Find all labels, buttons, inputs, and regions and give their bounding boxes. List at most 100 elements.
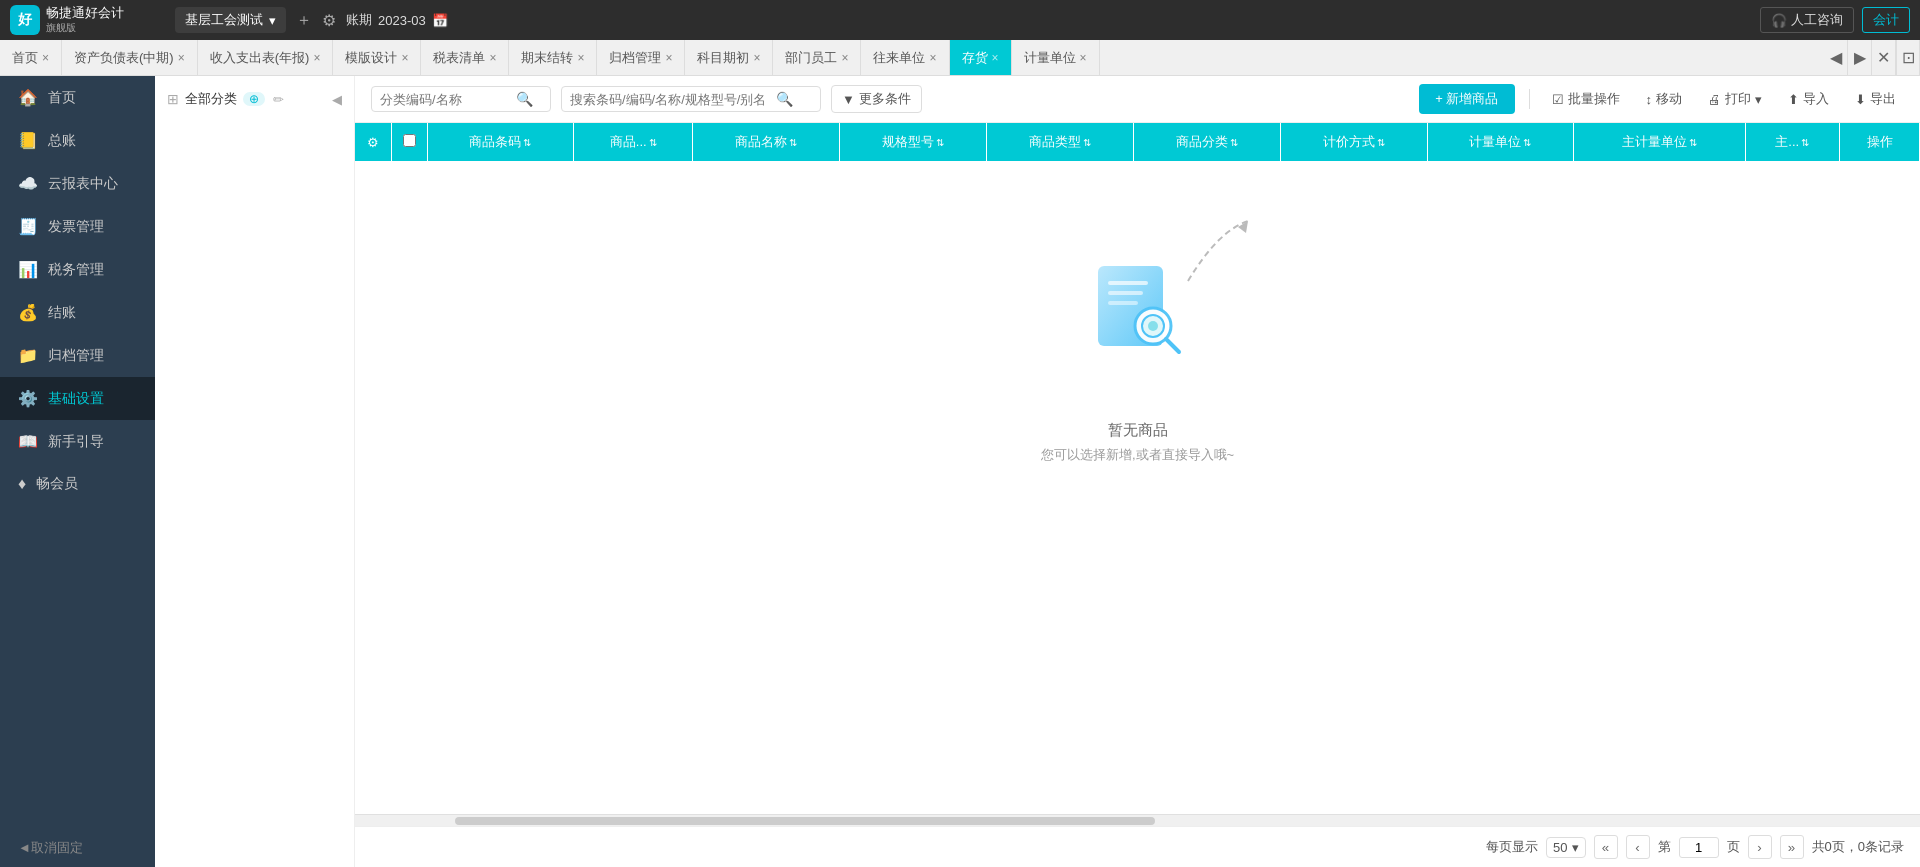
sort-icon: ⇅ xyxy=(649,137,657,148)
more-filter-btn[interactable]: ▼ 更多条件 xyxy=(831,85,922,113)
tab-close-btn[interactable]: × xyxy=(178,51,185,65)
batch-op-btn[interactable]: ☑ 批量操作 xyxy=(1544,86,1628,112)
add-icon[interactable]: ＋ xyxy=(296,10,312,31)
tab-close-btn[interactable]: × xyxy=(42,51,49,65)
sidebar-label-0: 首页 xyxy=(48,89,76,107)
horizontal-scrollbar[interactable] xyxy=(355,814,1920,826)
sidebar-item-7[interactable]: ⚙️ 基础设置 xyxy=(0,377,155,420)
page-next-btn[interactable]: › xyxy=(1748,835,1772,859)
tab-label: 首页 xyxy=(12,49,38,67)
unpin-label: ◄取消固定 xyxy=(18,839,83,857)
move-btn[interactable]: ↕ 移动 xyxy=(1638,86,1691,112)
tab-expand-btn[interactable]: ⊡ xyxy=(1896,40,1920,76)
col-header-11[interactable]: 主...⇅ xyxy=(1745,123,1840,161)
select-all-checkbox[interactable] xyxy=(403,134,416,147)
col-header-7[interactable]: 商品分类⇅ xyxy=(1133,123,1280,161)
col-header-10[interactable]: 主计量单位⇅ xyxy=(1574,123,1745,161)
tab-item-10[interactable]: 存货 × xyxy=(950,40,1012,76)
ai-consult-btn[interactable]: 🎧 人工咨询 xyxy=(1760,7,1854,33)
tab-item-8[interactable]: 部门员工× xyxy=(773,40,861,76)
tab-close-btn[interactable]: × xyxy=(841,51,848,65)
scroll-thumb[interactable] xyxy=(455,817,1155,825)
category-search-box[interactable]: 🔍 xyxy=(371,86,551,112)
page-last-btn[interactable]: » xyxy=(1780,835,1804,859)
tab-item-7[interactable]: 科目期初× xyxy=(685,40,773,76)
sidebar-icon-3: 🧾 xyxy=(18,217,38,236)
tab-item-11[interactable]: 计量单位× xyxy=(1012,40,1100,76)
tab-close-btn[interactable]: × xyxy=(577,51,584,65)
account-role-btn[interactable]: 会计 xyxy=(1862,7,1910,33)
sidebar-icon-1: 📒 xyxy=(18,131,38,150)
total-info: 共0页，0条记录 xyxy=(1812,838,1904,856)
col-header-6[interactable]: 商品类型⇅ xyxy=(986,123,1133,161)
tab-item-1[interactable]: 资产负债表(中期)× xyxy=(62,40,198,76)
workspace-selector[interactable]: 基层工会测试 ▾ xyxy=(175,7,286,33)
empty-desc: 您可以选择新增,或者直接导入哦~ xyxy=(1041,446,1234,464)
sidebar-item-5[interactable]: 💰 结账 xyxy=(0,291,155,334)
tab-item-6[interactable]: 归档管理× xyxy=(597,40,685,76)
import-btn[interactable]: ⬆ 导入 xyxy=(1780,86,1837,112)
calendar-icon[interactable]: 📅 xyxy=(432,13,448,28)
sidebar-item-1[interactable]: 📒 总账 xyxy=(0,119,155,162)
workspace-label: 基层工会测试 xyxy=(185,11,263,29)
sidebar-item-8[interactable]: 📖 新手引导 xyxy=(0,420,155,463)
tab-label: 存货 xyxy=(962,49,988,67)
col-header-3[interactable]: 商品...⇅ xyxy=(574,123,693,161)
tab-scroll-left-btn[interactable]: ◀ xyxy=(1824,40,1848,76)
category-search-icon[interactable]: 🔍 xyxy=(516,91,533,107)
tab-label: 模版设计 xyxy=(345,49,397,67)
tab-close-btn[interactable]: × xyxy=(753,51,760,65)
product-search-input[interactable] xyxy=(570,92,770,107)
product-search-icon[interactable]: 🔍 xyxy=(776,91,793,107)
page-number-input[interactable] xyxy=(1679,837,1719,858)
tab-item-2[interactable]: 收入支出表(年报)× xyxy=(198,40,334,76)
col-header-5[interactable]: 规格型号⇅ xyxy=(839,123,986,161)
tab-close-btn[interactable]: × xyxy=(489,51,496,65)
sidebar-item-3[interactable]: 🧾 发票管理 xyxy=(0,205,155,248)
add-product-btn[interactable]: + 新增商品 xyxy=(1419,84,1514,114)
edit-icon[interactable]: ✏ xyxy=(273,92,284,107)
tab-item-5[interactable]: 期末结转× xyxy=(509,40,597,76)
col-header-4[interactable]: 商品名称⇅ xyxy=(693,123,840,161)
toolbar-divider-1 xyxy=(1529,89,1530,109)
export-btn[interactable]: ⬇ 导出 xyxy=(1847,86,1904,112)
category-tag[interactable]: ⊕ xyxy=(243,92,265,106)
tab-label: 往来单位 xyxy=(873,49,925,67)
app-name: 畅捷通好会计 xyxy=(46,5,124,21)
tab-item-3[interactable]: 模版设计 × xyxy=(333,40,421,76)
sidebar-item-6[interactable]: 📁 归档管理 xyxy=(0,334,155,377)
col-header-9[interactable]: 计量单位⇅ xyxy=(1427,123,1574,161)
tab-scroll-right-btn[interactable]: ▶ xyxy=(1848,40,1872,76)
tab-label: 收入支出表(年报) xyxy=(210,49,310,67)
tab-close-btn[interactable]: × xyxy=(1080,51,1087,65)
print-btn[interactable]: 🖨 打印 ▾ xyxy=(1700,86,1770,112)
col-header-2[interactable]: 商品条码⇅ xyxy=(427,123,574,161)
sidebar-item-2[interactable]: ☁️ 云报表中心 xyxy=(0,162,155,205)
page-size-select[interactable]: 50 ▾ xyxy=(1546,837,1585,858)
sidebar-item-4[interactable]: 📊 税务管理 xyxy=(0,248,155,291)
page-prev-btn[interactable]: ‹ xyxy=(1626,835,1650,859)
product-search-box[interactable]: 🔍 xyxy=(561,86,821,112)
category-collapse-btn[interactable]: ◀ xyxy=(332,92,342,107)
tab-close-all-btn[interactable]: ✕ xyxy=(1872,40,1896,76)
tab-item-0[interactable]: 首页 × xyxy=(0,40,62,76)
main-layout: 🏠 首页 📒 总账 ☁️ 云报表中心 🧾 发票管理 📊 税务管理 💰 结账 📁 … xyxy=(0,76,1920,867)
page-first-btn[interactable]: « xyxy=(1594,835,1618,859)
tab-close-btn[interactable]: × xyxy=(992,51,999,65)
tab-close-btn[interactable]: × xyxy=(401,51,408,65)
col-header-0: ⚙ xyxy=(355,123,391,161)
tab-close-btn[interactable]: × xyxy=(313,51,320,65)
tab-close-btn[interactable]: × xyxy=(665,51,672,65)
sort-icon: ⇅ xyxy=(1083,137,1091,148)
col-settings-icon[interactable]: ⚙ xyxy=(367,135,379,150)
settings-icon[interactable]: ⚙ xyxy=(322,11,336,30)
col-header-8[interactable]: 计价方式⇅ xyxy=(1280,123,1427,161)
tab-item-4[interactable]: 税表清单× xyxy=(421,40,509,76)
tab-item-9[interactable]: 往来单位 × xyxy=(861,40,949,76)
sidebar-item-0[interactable]: 🏠 首页 xyxy=(0,76,155,119)
category-search-input[interactable] xyxy=(380,92,510,107)
sidebar-item-9[interactable]: ♦ 畅会员 xyxy=(0,463,155,505)
sidebar-unpin-btn[interactable]: ◄取消固定 xyxy=(0,829,155,867)
workspace-dropdown-icon: ▾ xyxy=(269,13,276,28)
tab-close-btn[interactable]: × xyxy=(929,51,936,65)
